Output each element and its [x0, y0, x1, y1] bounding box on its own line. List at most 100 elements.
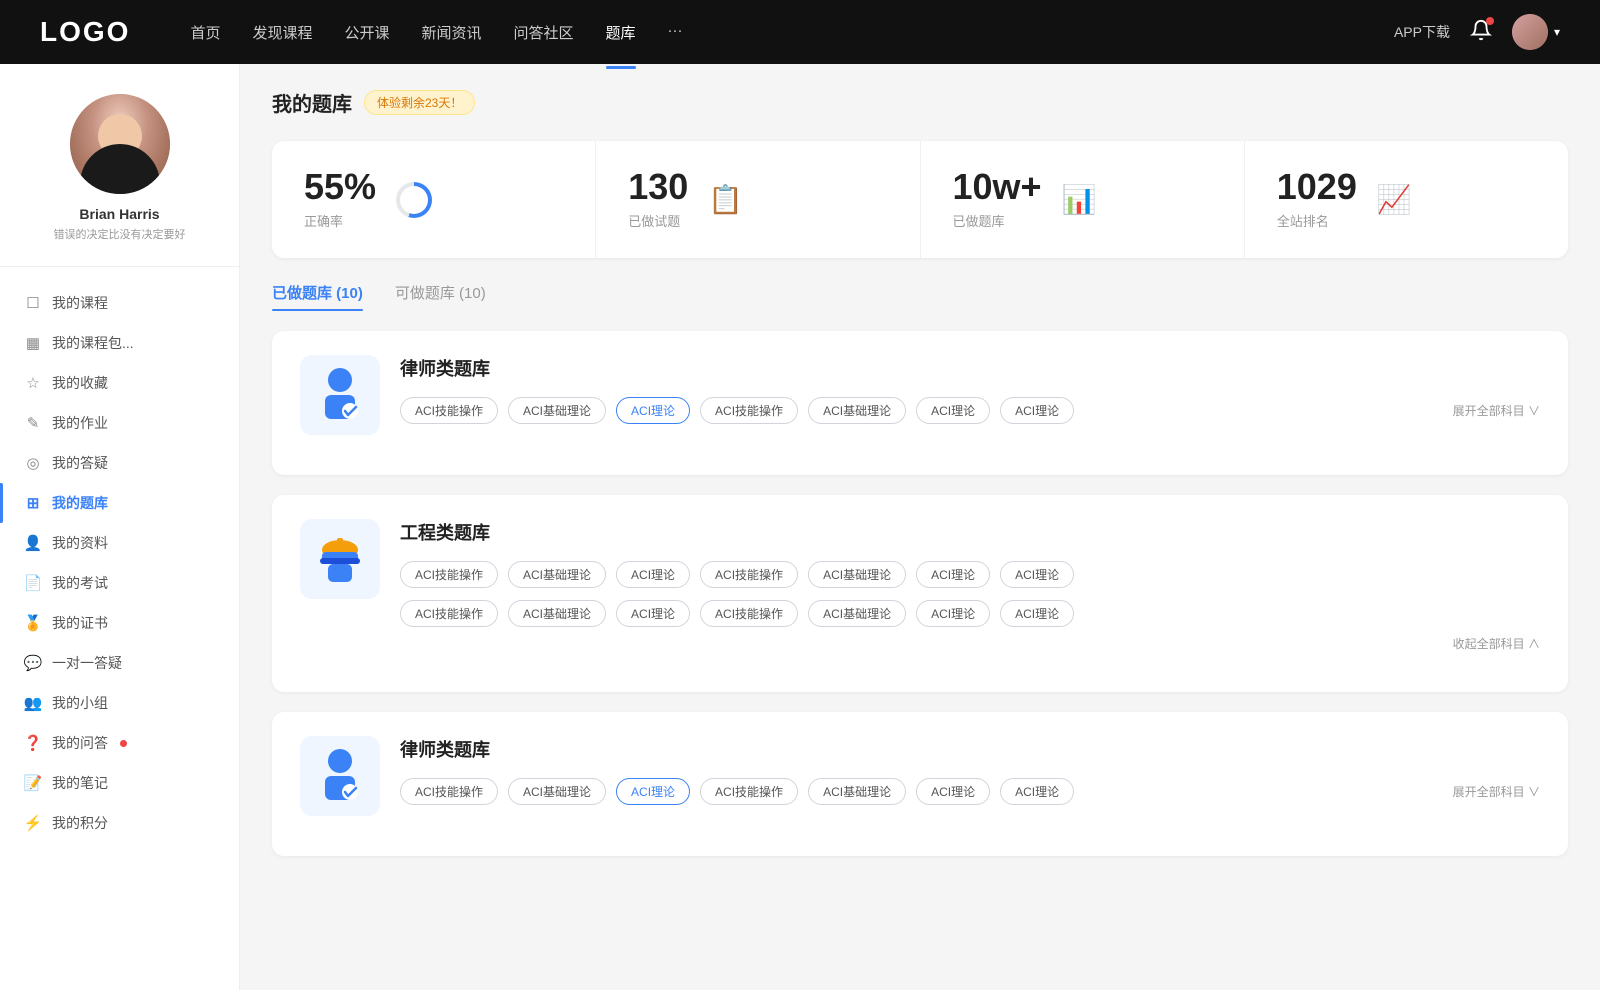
- tag-lawyer-1-1[interactable]: ACI基础理论: [508, 397, 606, 424]
- tag-lawyer2-1[interactable]: ACI基础理论: [508, 778, 606, 805]
- trial-badge: 体验剩余23天！: [364, 90, 475, 115]
- tag-engineer-6[interactable]: ACI理论: [1000, 561, 1074, 588]
- qbank-card-lawyer-1: 律师类题库 ACI技能操作 ACI基础理论 ACI理论 ACI技能操作 ACI基…: [272, 331, 1568, 475]
- page-header: 我的题库 体验剩余23天！: [272, 88, 1568, 117]
- tag-engineer-s3[interactable]: ACI技能操作: [700, 600, 798, 627]
- tag-engineer-0[interactable]: ACI技能操作: [400, 561, 498, 588]
- document-icon: 📄: [24, 574, 42, 592]
- sidebar-item-my-points[interactable]: ⚡ 我的积分: [0, 803, 239, 843]
- stat-done-questions-value: 130: [628, 169, 688, 205]
- main-layout: Brian Harris 错误的决定比没有决定要好 ☐ 我的课程 ▦ 我的课程包…: [0, 64, 1600, 990]
- qbank-icon-area-lawyer-2: [300, 736, 380, 816]
- tag-engineer-1[interactable]: ACI基础理论: [508, 561, 606, 588]
- profile-name: Brian Harris: [20, 206, 219, 222]
- tag-engineer-s0[interactable]: ACI技能操作: [400, 600, 498, 627]
- tag-lawyer2-2[interactable]: ACI理论: [616, 778, 690, 805]
- sidebar-item-favorites[interactable]: ☆ 我的收藏: [0, 363, 239, 403]
- stat-done-banks: 10w+ 已做题库 📊: [921, 141, 1245, 258]
- tag-engineer-4[interactable]: ACI基础理论: [808, 561, 906, 588]
- avatar: [1512, 14, 1548, 50]
- app-download-button[interactable]: APP下载: [1394, 22, 1450, 42]
- certificate-icon: 🏅: [24, 614, 42, 632]
- tag-engineer-3[interactable]: ACI技能操作: [700, 561, 798, 588]
- tag-engineer-5[interactable]: ACI理论: [916, 561, 990, 588]
- sidebar-item-my-course[interactable]: ☐ 我的课程: [0, 283, 239, 323]
- sidebar-item-my-exam[interactable]: 📄 我的考试: [0, 563, 239, 603]
- tag-lawyer2-5[interactable]: ACI理论: [916, 778, 990, 805]
- qbank-name-lawyer-1: 律师类题库: [400, 355, 1540, 381]
- tags-row-lawyer-1: ACI技能操作 ACI基础理论 ACI理论 ACI技能操作 ACI基础理论 AC…: [400, 397, 1540, 424]
- stat-site-rank-value-group: 1029 全站排名: [1277, 169, 1357, 230]
- nav-discover[interactable]: 发现课程: [252, 18, 312, 47]
- qbank-card-engineer: 工程类题库 ACI技能操作 ACI基础理论 ACI理论 ACI技能操作 ACI基…: [272, 495, 1568, 692]
- expand-link-lawyer-1[interactable]: 展开全部科目 ∨: [1453, 402, 1540, 419]
- logo[interactable]: LOGO: [40, 16, 130, 48]
- nav-news[interactable]: 新闻资讯: [422, 18, 482, 47]
- sidebar-item-course-package[interactable]: ▦ 我的课程包...: [0, 323, 239, 363]
- engineer-icon: [314, 530, 366, 588]
- tag-engineer-s1[interactable]: ACI基础理论: [508, 600, 606, 627]
- tag-engineer-2[interactable]: ACI理论: [616, 561, 690, 588]
- nav-more[interactable]: ···: [668, 18, 683, 47]
- tag-lawyer-1-2[interactable]: ACI理论: [616, 397, 690, 424]
- tag-lawyer-1-4[interactable]: ACI基础理论: [808, 397, 906, 424]
- nav-qa[interactable]: 问答社区: [514, 18, 574, 47]
- sidebar-item-label-homework: 我的作业: [52, 413, 108, 433]
- question-circle-icon: ◎: [24, 454, 42, 472]
- tag-lawyer-1-5[interactable]: ACI理论: [916, 397, 990, 424]
- qbank-info-lawyer-1: 律师类题库 ACI技能操作 ACI基础理论 ACI理论 ACI技能操作 ACI基…: [400, 355, 1540, 424]
- tag-engineer-s4[interactable]: ACI基础理论: [808, 600, 906, 627]
- tag-lawyer2-4[interactable]: ACI基础理论: [808, 778, 906, 805]
- tag-engineer-s6[interactable]: ACI理论: [1000, 600, 1074, 627]
- tag-engineer-s5[interactable]: ACI理论: [916, 600, 990, 627]
- qbank-name-engineer: 工程类题库: [400, 519, 1540, 545]
- sidebar-item-label-certificate: 我的证书: [52, 613, 108, 633]
- bar-chart-icon: ▦: [24, 334, 42, 352]
- tab-available-banks[interactable]: 可做题库 (10): [395, 282, 486, 311]
- pie-chart-icon: [396, 182, 432, 218]
- star-icon: ☆: [24, 374, 42, 392]
- tags-row-engineer-1: ACI技能操作 ACI基础理论 ACI理论 ACI技能操作 ACI基础理论 AC…: [400, 561, 1540, 588]
- stat-done-banks-value-group: 10w+ 已做题库: [953, 169, 1042, 230]
- sidebar-item-qbank[interactable]: ⊞ 我的题库: [0, 483, 239, 523]
- tag-lawyer2-0[interactable]: ACI技能操作: [400, 778, 498, 805]
- sidebar-menu: ☐ 我的课程 ▦ 我的课程包... ☆ 我的收藏 ✎ 我的作业 ◎ 我的答疑 ⊞…: [0, 283, 239, 843]
- pie-chart-visual: [396, 182, 432, 218]
- tag-lawyer-1-3[interactable]: ACI技能操作: [700, 397, 798, 424]
- tag-engineer-s2[interactable]: ACI理论: [616, 600, 690, 627]
- points-icon: ⚡: [24, 814, 42, 832]
- collapse-link-engineer[interactable]: 收起全部科目 ∧: [1453, 635, 1540, 652]
- stat-site-rank-value: 1029: [1277, 169, 1357, 205]
- sidebar-item-my-notes[interactable]: 📝 我的笔记: [0, 763, 239, 803]
- sidebar-item-my-questions[interactable]: ❓ 我的问答: [0, 723, 239, 763]
- nav-qbank[interactable]: 题库: [606, 18, 636, 47]
- grid-icon: ⊞: [24, 494, 42, 512]
- sidebar-item-certificate[interactable]: 🏅 我的证书: [0, 603, 239, 643]
- tab-done-banks[interactable]: 已做题库 (10): [272, 282, 363, 311]
- navbar: LOGO 首页 发现课程 公开课 新闻资讯 问答社区 题库 ··· APP下载 …: [0, 0, 1600, 64]
- nav-opencourse[interactable]: 公开课: [344, 18, 389, 47]
- tags-row-lawyer-2: ACI技能操作 ACI基础理论 ACI理论 ACI技能操作 ACI基础理论 AC…: [400, 778, 1540, 805]
- sidebar-item-my-info[interactable]: 👤 我的资料: [0, 523, 239, 563]
- navbar-right: APP下载 ▾: [1394, 14, 1560, 50]
- tag-lawyer-1-0[interactable]: ACI技能操作: [400, 397, 498, 424]
- nav-home[interactable]: 首页: [190, 18, 220, 47]
- sidebar-item-my-qa[interactable]: ◎ 我的答疑: [0, 443, 239, 483]
- qbank-info-lawyer-2: 律师类题库 ACI技能操作 ACI基础理论 ACI理论 ACI技能操作 ACI基…: [400, 736, 1540, 805]
- notification-button[interactable]: [1470, 19, 1492, 46]
- tag-lawyer2-3[interactable]: ACI技能操作: [700, 778, 798, 805]
- sidebar-item-label-course-package: 我的课程包...: [52, 333, 134, 353]
- sidebar-item-label-my-qa: 我的答疑: [52, 453, 108, 473]
- tag-lawyer-1-6[interactable]: ACI理论: [1000, 397, 1074, 424]
- sidebar-item-homework[interactable]: ✎ 我的作业: [0, 403, 239, 443]
- profile-avatar: [70, 94, 170, 194]
- tag-lawyer2-6[interactable]: ACI理论: [1000, 778, 1074, 805]
- qbank-icon-area-lawyer-1: [300, 355, 380, 435]
- page-title: 我的题库: [272, 88, 352, 117]
- stat-done-banks-label: 已做题库: [953, 211, 1042, 230]
- sidebar-item-my-group[interactable]: 👥 我的小组: [0, 683, 239, 723]
- sidebar-item-1on1-qa[interactable]: 💬 一对一答疑: [0, 643, 239, 683]
- user-avatar-menu[interactable]: ▾: [1512, 14, 1560, 50]
- stat-site-rank-label: 全站排名: [1277, 211, 1357, 230]
- expand-link-lawyer-2[interactable]: 展开全部科目 ∨: [1453, 783, 1540, 800]
